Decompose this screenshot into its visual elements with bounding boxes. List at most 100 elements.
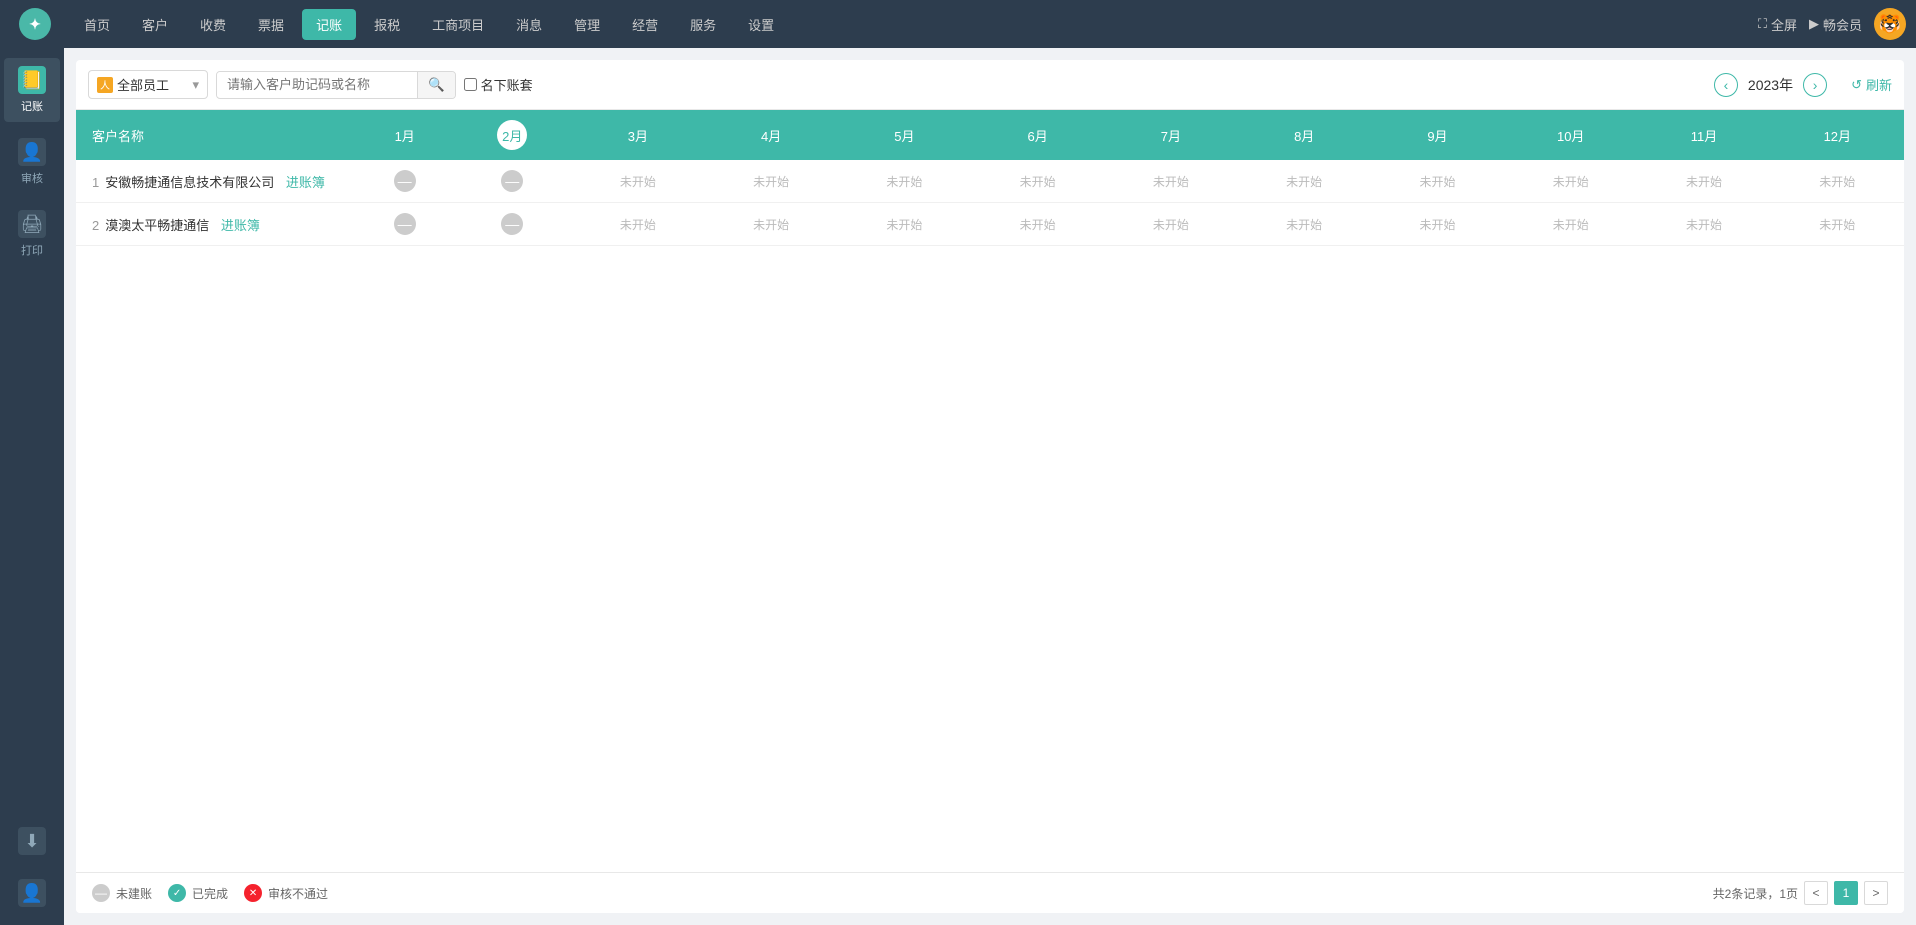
- month-cell-10[interactable]: 未开始: [1504, 203, 1637, 246]
- nav-bills[interactable]: 票据: [244, 9, 298, 40]
- search-button[interactable]: 🔍: [417, 72, 455, 98]
- col-mar: 3月: [571, 110, 704, 160]
- legend-dot-gray: —: [92, 884, 110, 902]
- nav-home[interactable]: 首页: [70, 9, 124, 40]
- refresh-icon: ↺: [1851, 77, 1862, 93]
- nav-right: ⛶ 全屏 ▶ 畅会员 🐯: [1758, 8, 1906, 40]
- month-cell-9[interactable]: 未开始: [1371, 203, 1504, 246]
- row-number: 2: [92, 218, 99, 233]
- year-nav: ‹ 2023年 ›: [1714, 73, 1827, 97]
- month-cell-5[interactable]: 未开始: [838, 203, 971, 246]
- status-not-started: 未开始: [1153, 175, 1189, 189]
- nav-fees[interactable]: 收费: [186, 9, 240, 40]
- month-cell-12[interactable]: 未开始: [1771, 203, 1904, 246]
- status-not-started: 未开始: [1020, 175, 1056, 189]
- month-cell-11[interactable]: 未开始: [1637, 203, 1770, 246]
- fullscreen-button[interactable]: ⛶ 全屏: [1758, 15, 1797, 34]
- year-prev-button[interactable]: ‹: [1714, 73, 1738, 97]
- fullscreen-icon: ⛶: [1758, 16, 1767, 32]
- enter-ledger-link[interactable]: 进账簿: [286, 175, 325, 190]
- filter-checkbox-input[interactable]: [464, 78, 477, 91]
- enter-ledger-link[interactable]: 进账簿: [221, 218, 260, 233]
- month-cell-1[interactable]: —: [356, 203, 453, 246]
- month-cell-4[interactable]: 未开始: [704, 160, 837, 203]
- top-nav: ✦ 首页 客户 收费 票据 记账 报税 工商项目 消息 管理 经营 服务 设置 …: [0, 0, 1916, 48]
- nav-bookkeeping[interactable]: 记账: [302, 9, 356, 40]
- month-cell-10[interactable]: 未开始: [1504, 160, 1637, 203]
- content-inner: 人 全部员工 ▾ 🔍 名下账套 ‹ 2023年 ›: [76, 60, 1904, 913]
- nav-business[interactable]: 工商项目: [418, 9, 498, 40]
- employee-icon: 人: [97, 77, 113, 93]
- page-prev-button[interactable]: <: [1804, 881, 1828, 905]
- refresh-button[interactable]: ↺ 刷新: [1851, 75, 1892, 94]
- employee-select[interactable]: 人 全部员工 ▾: [88, 70, 208, 99]
- sidebar-item-print[interactable]: 🖨 打印: [4, 202, 60, 266]
- status-not-started: 未开始: [1686, 175, 1722, 189]
- month-cell-5[interactable]: 未开始: [838, 160, 971, 203]
- month-cell-4[interactable]: 未开始: [704, 203, 837, 246]
- nav-service[interactable]: 服务: [676, 9, 730, 40]
- month-cell-6[interactable]: 未开始: [971, 203, 1104, 246]
- page-current-button[interactable]: 1: [1834, 881, 1858, 905]
- nav-messages[interactable]: 消息: [502, 9, 556, 40]
- sidebar-download[interactable]: ⬇: [4, 819, 60, 863]
- year-next-button[interactable]: ›: [1803, 73, 1827, 97]
- month-cell-7[interactable]: 未开始: [1104, 203, 1237, 246]
- month-cell-3[interactable]: 未开始: [571, 160, 704, 203]
- month-cell-6[interactable]: 未开始: [971, 160, 1104, 203]
- legend-dot-teal: ✓: [168, 884, 186, 902]
- month-cell-12[interactable]: 未开始: [1771, 160, 1904, 203]
- col-dec: 12月: [1771, 110, 1904, 160]
- sidebar-item-bookkeeping[interactable]: 📒 记账: [4, 58, 60, 122]
- status-not-started: 未开始: [1686, 218, 1722, 232]
- col-jul: 7月: [1104, 110, 1237, 160]
- col-may: 5月: [838, 110, 971, 160]
- sidebar-user[interactable]: 👤: [4, 871, 60, 915]
- month-cell-9[interactable]: 未开始: [1371, 160, 1504, 203]
- table-row: 2漠澳太平畅捷通信 进账簿——未开始未开始未开始未开始未开始未开始未开始未开始未…: [76, 203, 1904, 246]
- status-not-started: 未开始: [1020, 218, 1056, 232]
- month-cell-11[interactable]: 未开始: [1637, 160, 1770, 203]
- page-next-button[interactable]: >: [1864, 881, 1888, 905]
- table-header: 客户名称 1月 2月 3月 4月 5月 6月 7月 8月 9月 10月 11月: [76, 110, 1904, 160]
- nav-customer[interactable]: 客户: [128, 9, 182, 40]
- status-not-started: 未开始: [1553, 218, 1589, 232]
- pagination: 共2条记录，1页 < 1 >: [1713, 881, 1888, 905]
- nav-settings[interactable]: 设置: [734, 9, 788, 40]
- filter-checkbox[interactable]: 名下账套: [464, 75, 533, 94]
- content-area: 人 全部员工 ▾ 🔍 名下账套 ‹ 2023年 ›: [64, 48, 1916, 925]
- nav-tax[interactable]: 报税: [360, 9, 414, 40]
- legend-dot-red: ✕: [244, 884, 262, 902]
- nav-operations[interactable]: 经营: [618, 9, 672, 40]
- row-number: 1: [92, 175, 99, 190]
- legend-not-built-label: 未建账: [116, 885, 152, 902]
- audit-icon: 👤: [18, 138, 46, 166]
- month-cell-2[interactable]: —: [453, 203, 571, 246]
- month-cell-7[interactable]: 未开始: [1104, 160, 1237, 203]
- member-button[interactable]: ▶ 畅会员: [1809, 15, 1862, 34]
- month-cell-8[interactable]: 未开始: [1238, 160, 1371, 203]
- status-circle-dash: —: [501, 213, 523, 235]
- month-cell-8[interactable]: 未开始: [1238, 203, 1371, 246]
- col-jan: 1月: [356, 110, 453, 160]
- month-cell-1[interactable]: —: [356, 160, 453, 203]
- month-cell-3[interactable]: 未开始: [571, 203, 704, 246]
- status-not-started: 未开始: [1286, 218, 1322, 232]
- avatar[interactable]: 🐯: [1874, 8, 1906, 40]
- col-customer: 客户名称: [76, 110, 356, 160]
- print-icon: 🖨: [18, 210, 46, 238]
- month-circle-feb: 2月: [497, 120, 527, 150]
- status-not-started: 未开始: [1419, 218, 1455, 232]
- sidebar-print-label: 打印: [21, 242, 43, 258]
- customer-cell: 2漠澳太平畅捷通信 进账簿: [76, 203, 356, 246]
- month-cell-2[interactable]: —: [453, 160, 571, 203]
- logo: ✦: [10, 8, 60, 40]
- col-apr: 4月: [704, 110, 837, 160]
- status-not-started: 未开始: [753, 218, 789, 232]
- status-not-started: 未开始: [620, 218, 656, 232]
- status-not-started: 未开始: [753, 175, 789, 189]
- member-icon: ▶: [1809, 16, 1819, 32]
- search-input[interactable]: [217, 72, 417, 97]
- nav-manage[interactable]: 管理: [560, 9, 614, 40]
- sidebar-item-audit[interactable]: 👤 审核: [4, 130, 60, 194]
